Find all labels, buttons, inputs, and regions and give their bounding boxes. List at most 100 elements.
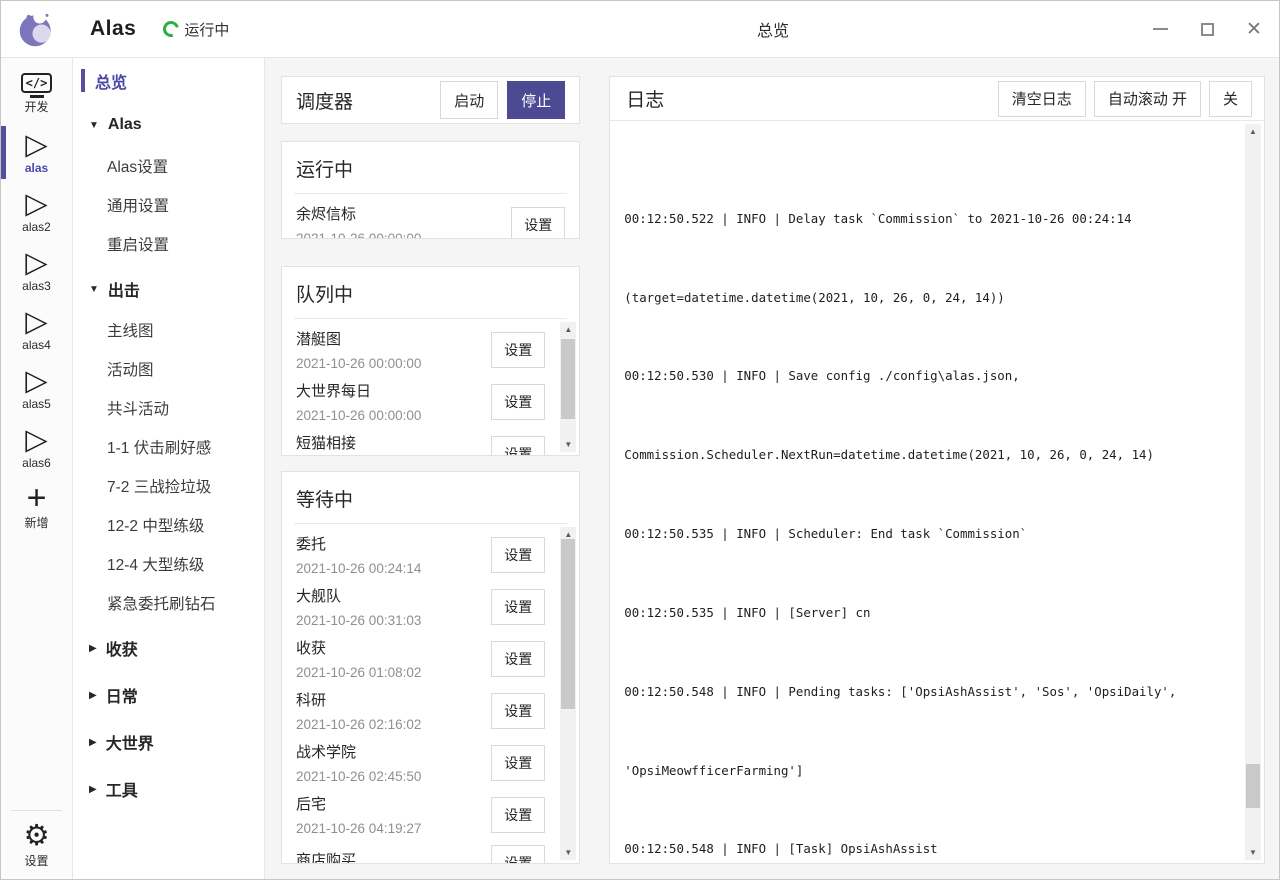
nav-item[interactable]: 主线图 bbox=[73, 310, 264, 349]
task-next-run-time: 2021-10-26 00:00:00 bbox=[296, 356, 491, 371]
waiting-task-list: 委托 2021-10-26 00:24:14 设置 大舰队 2021- bbox=[282, 524, 579, 863]
scrollbar-thumb[interactable] bbox=[561, 339, 575, 419]
nav-item[interactable]: 紧急委托刷钻石 bbox=[73, 583, 264, 622]
nav-item[interactable]: 1-1 伏击刷好感 bbox=[73, 427, 264, 466]
nav-item[interactable]: 12-4 大型练级 bbox=[73, 544, 264, 583]
nav-item[interactable]: 12-2 中型练级 bbox=[73, 505, 264, 544]
log-line: 00:12:50.535 | INFO | [Server] cn bbox=[624, 603, 1236, 623]
task-settings-button[interactable]: 设置 bbox=[491, 745, 545, 781]
autoscroll-toggle-button[interactable]: 自动滚动 开 bbox=[1094, 81, 1201, 117]
rail-instance-item[interactable]: ▷ alas bbox=[1, 123, 72, 182]
nav-item[interactable]: 工具 bbox=[73, 768, 264, 810]
task-settings-button[interactable]: 设置 bbox=[491, 537, 545, 573]
task-settings-button[interactable]: 设置 bbox=[491, 436, 545, 456]
task-settings-button[interactable]: 设置 bbox=[511, 207, 565, 239]
task-row: 大世界每日 2021-10-26 00:00:00 设置 bbox=[282, 371, 579, 423]
instance-label: alas3 bbox=[22, 279, 51, 293]
task-settings-button[interactable]: 设置 bbox=[491, 589, 545, 625]
nav-item[interactable]: 通用设置 bbox=[73, 185, 264, 224]
nav-item[interactable]: 出击 bbox=[73, 268, 264, 310]
rail-instance-item[interactable]: ▷ alas5 bbox=[1, 359, 72, 418]
nav-item-label: 总览 bbox=[95, 69, 127, 93]
scrollbar-thumb[interactable] bbox=[561, 539, 575, 709]
task-settings-button[interactable]: 设置 bbox=[491, 845, 545, 863]
nav-item-label: Alas设置 bbox=[107, 155, 168, 177]
instance-icon: ▷ bbox=[25, 189, 47, 219]
task-info: 科研 2021-10-26 02:16:02 bbox=[296, 689, 491, 732]
scrollbar-thumb[interactable] bbox=[1246, 764, 1260, 808]
scroll-up-icon[interactable]: ▲ bbox=[564, 530, 572, 539]
task-name: 战术学院 bbox=[296, 741, 491, 762]
rail-instance-item[interactable]: + 新增 bbox=[1, 477, 72, 536]
nav-item-label: 出击 bbox=[108, 277, 140, 301]
instance-icon: ▷ bbox=[25, 130, 47, 160]
app-window: Alas 运行中 总览 ✕ </> 开发 ▷ bbox=[0, 0, 1280, 880]
log-line: 'OpsiMeowfficerFarming'] bbox=[624, 761, 1236, 781]
scroll-down-icon[interactable]: ▼ bbox=[564, 848, 572, 857]
log-body: 00:12:50.522 | INFO | Delay task `Commis… bbox=[610, 121, 1264, 863]
nav-item-label: 主线图 bbox=[107, 319, 154, 341]
task-info: 委托 2021-10-26 00:24:14 bbox=[296, 533, 491, 576]
nav-item[interactable]: Alas bbox=[73, 104, 264, 146]
nav-item[interactable]: Alas设置 bbox=[73, 146, 264, 185]
nav-item[interactable]: 日常 bbox=[73, 674, 264, 716]
task-row: 潜艇图 2021-10-26 00:00:00 设置 bbox=[282, 319, 579, 371]
nav-item[interactable]: 7-2 三战捡垃圾 bbox=[73, 466, 264, 505]
nav-item[interactable]: 收获 bbox=[73, 627, 264, 669]
task-settings-button[interactable]: 设置 bbox=[491, 641, 545, 677]
clear-log-button[interactable]: 清空日志 bbox=[998, 81, 1086, 117]
instance-rail: </> 开发 ▷ alas ▷ alas2 ▷ bbox=[1, 58, 73, 879]
alas-logo-icon bbox=[17, 9, 57, 49]
log-line: 00:12:50.548 | INFO | [Task] OpsiAshAssi… bbox=[624, 839, 1236, 859]
nav-item[interactable]: 活动图 bbox=[73, 349, 264, 388]
stop-button[interactable]: 停止 bbox=[507, 81, 565, 119]
log-scrollbar[interactable]: ▲ ▼ bbox=[1245, 124, 1261, 860]
log-off-button[interactable]: 关 bbox=[1209, 81, 1252, 117]
close-icon[interactable]: ✕ bbox=[1245, 20, 1263, 38]
log-header: 日志 清空日志 自动滚动 开 关 bbox=[610, 77, 1264, 121]
nav-item-label: 通用设置 bbox=[107, 194, 169, 216]
log-line: (target=datetime.datetime(2021, 10, 26, … bbox=[624, 288, 1236, 308]
task-settings-button[interactable]: 设置 bbox=[491, 693, 545, 729]
scroll-up-icon[interactable]: ▲ bbox=[564, 325, 572, 334]
queue-task-list: 潜艇图 2021-10-26 00:00:00 设置 大世界每日 20 bbox=[282, 319, 579, 455]
log-lines: 00:12:50.522 | INFO | Delay task `Commis… bbox=[610, 121, 1264, 863]
task-nav: 总览 Alas Alas设置 通用设置 bbox=[73, 58, 265, 879]
scheduler-header-card: 调度器 启动 停止 bbox=[281, 76, 580, 124]
rail-instance-item[interactable]: ▷ alas6 bbox=[1, 418, 72, 477]
scroll-up-icon[interactable]: ▲ bbox=[1249, 127, 1257, 136]
rail-instance-item[interactable]: ▷ alas4 bbox=[1, 300, 72, 359]
log-line: 00:12:50.522 | INFO | Delay task `Commis… bbox=[624, 209, 1236, 229]
scroll-down-icon[interactable]: ▼ bbox=[1249, 848, 1257, 857]
queue-scrollbar[interactable]: ▲ ▼ bbox=[560, 322, 576, 452]
nav-item[interactable]: 重启设置 bbox=[73, 224, 264, 263]
nav-item[interactable]: 大世界 bbox=[73, 721, 264, 763]
nav-item-label: 日常 bbox=[106, 683, 138, 707]
nav-item-label: 工具 bbox=[106, 777, 138, 801]
scheduler-column: 调度器 启动 停止 运行中 余烬信标 2021-10-26 00:00:0 bbox=[281, 76, 580, 864]
rail-instance-item[interactable]: ▷ alas3 bbox=[1, 241, 72, 300]
rail-instance-item[interactable]: ▷ alas2 bbox=[1, 182, 72, 241]
nav-item-label: 重启设置 bbox=[107, 233, 169, 255]
log-column: 日志 清空日志 自动滚动 开 关 00:12:50.522 | INFO | D… bbox=[609, 76, 1265, 864]
maximize-icon[interactable] bbox=[1198, 20, 1216, 38]
task-settings-button[interactable]: 设置 bbox=[491, 797, 545, 833]
task-row: 战术学院 2021-10-26 02:45:50 设置 bbox=[282, 732, 579, 784]
scroll-down-icon[interactable]: ▼ bbox=[564, 440, 572, 449]
nav-item[interactable]: 总览 bbox=[73, 62, 264, 99]
task-name: 潜艇图 bbox=[296, 328, 491, 349]
task-next-run-time: 2021-10-26 02:45:50 bbox=[296, 769, 491, 784]
start-button[interactable]: 启动 bbox=[440, 81, 498, 119]
task-name: 余烬信标 bbox=[296, 203, 511, 224]
nav-item-label: Alas bbox=[108, 116, 142, 134]
waiting-scrollbar[interactable]: ▲ ▼ bbox=[560, 527, 576, 860]
task-row: 大舰队 2021-10-26 00:31:03 设置 bbox=[282, 576, 579, 628]
task-row: 后宅 2021-10-26 04:19:27 设置 bbox=[282, 784, 579, 836]
instance-icon: ▷ bbox=[25, 307, 47, 337]
nav-item[interactable]: 共斗活动 bbox=[73, 388, 264, 427]
minimize-icon[interactable] bbox=[1151, 20, 1169, 38]
task-settings-button[interactable]: 设置 bbox=[491, 384, 545, 420]
rail-settings-item[interactable]: ⚙ 设置 bbox=[11, 817, 62, 873]
task-settings-button[interactable]: 设置 bbox=[491, 332, 545, 368]
rail-instance-item[interactable]: </> 开发 bbox=[1, 64, 72, 123]
